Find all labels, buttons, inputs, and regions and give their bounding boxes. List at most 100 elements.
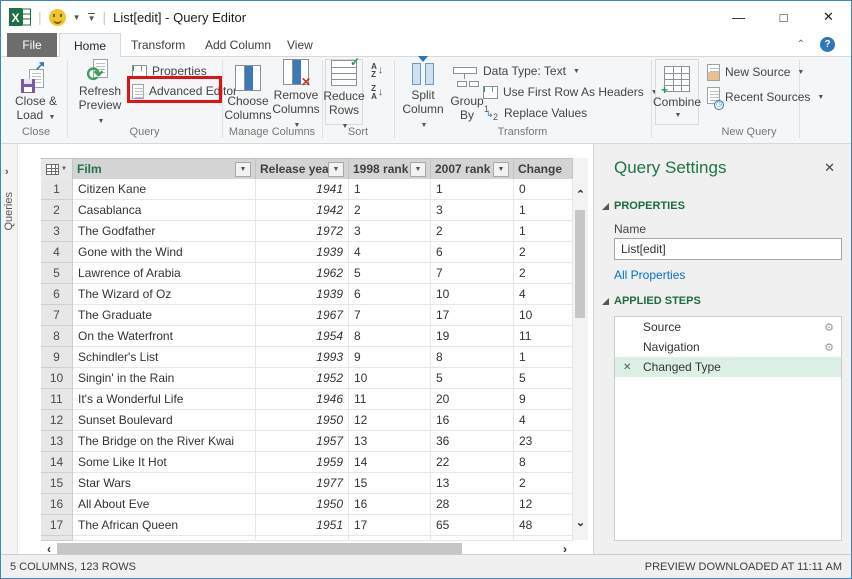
rank-2007-cell[interactable]: 19 (431, 326, 514, 347)
film-cell[interactable]: On the Waterfront (73, 326, 256, 347)
group-by-button[interactable]: Group By (448, 59, 486, 125)
reduce-rows-button[interactable]: ✓ Reduce Rows ▼ (325, 59, 363, 125)
step-navigation[interactable]: Navigation ⚙ (615, 337, 841, 357)
release-year-cell[interactable]: 1946 (256, 389, 349, 410)
scroll-down-icon[interactable]: ⌄ (574, 516, 587, 529)
row-number-cell[interactable]: 10 (41, 368, 73, 389)
filter-button[interactable]: ▼ (493, 162, 509, 177)
release-year-cell[interactable]: 1959 (256, 452, 349, 473)
row-number-cell[interactable]: 1 (41, 179, 73, 200)
row-number-cell[interactable]: 16 (41, 494, 73, 515)
expand-queries-icon[interactable]: › (5, 166, 9, 178)
rank-2007-cell[interactable]: 2 (431, 221, 514, 242)
row-number-cell[interactable]: 9 (41, 347, 73, 368)
release-year-cell[interactable]: 1939 (256, 284, 349, 305)
film-cell[interactable]: The African Queen (73, 515, 256, 536)
change-cell[interactable]: 1 (514, 221, 573, 242)
rank-2007-cell[interactable]: 8 (431, 347, 514, 368)
scroll-up-icon[interactable]: ⌃ (574, 188, 587, 201)
rank-2007-cell[interactable]: 36 (431, 431, 514, 452)
rank-2007-cell[interactable]: 5 (431, 368, 514, 389)
release-year-cell[interactable]: 1972 (256, 221, 349, 242)
advanced-editor-button[interactable]: Advanced Editor (132, 81, 237, 101)
change-cell[interactable]: 2 (514, 263, 573, 284)
maximize-button[interactable]: □ (761, 1, 806, 33)
filter-button[interactable]: ▼ (235, 162, 251, 177)
film-cell[interactable]: Some Like It Hot (73, 452, 256, 473)
column-header-1998-rank[interactable]: 1998 rank ▼ (349, 158, 431, 180)
rank-1998-cell[interactable]: 5 (349, 263, 431, 284)
refresh-preview-button[interactable]: ⟳ Refresh Preview ▼ (73, 59, 127, 125)
film-cell[interactable]: All About Eve (73, 494, 256, 515)
release-year-cell[interactable]: 1950 (256, 494, 349, 515)
rank-1998-cell[interactable]: 15 (349, 473, 431, 494)
release-year-cell[interactable]: 1952 (256, 368, 349, 389)
change-cell[interactable]: 1 (514, 347, 573, 368)
vertical-scroll-thumb[interactable] (575, 210, 585, 318)
film-cell[interactable]: Lawrence of Arabia (73, 263, 256, 284)
applied-steps-section-header[interactable]: APPLIED STEPS (602, 295, 701, 307)
properties-section-header[interactable]: PROPERTIES (602, 200, 685, 212)
row-number-cell[interactable]: 5 (41, 263, 73, 284)
rank-2007-cell[interactable]: 17 (431, 305, 514, 326)
use-first-row-as-headers-button[interactable]: Use First Row As Headers▼ (483, 82, 658, 102)
tab-transform[interactable]: Transform (117, 33, 199, 57)
rank-2007-cell[interactable]: 6 (431, 242, 514, 263)
rank-2007-cell[interactable]: 20 (431, 389, 514, 410)
gear-icon[interactable]: ⚙ (824, 321, 834, 334)
sort-ascending-button[interactable]: AZ↓ (364, 61, 390, 80)
horizontal-scroll-thumb[interactable] (57, 543, 462, 554)
change-cell[interactable]: 4 (514, 284, 573, 305)
close-panel-icon[interactable]: ✕ (824, 160, 835, 176)
query-name-input[interactable] (614, 238, 842, 260)
sort-descending-button[interactable]: ZA↓ (364, 83, 390, 102)
row-number-cell[interactable]: 11 (41, 389, 73, 410)
rank-1998-cell[interactable]: 14 (349, 452, 431, 473)
change-cell[interactable]: 48 (514, 515, 573, 536)
close-and-load-button[interactable]: ↗ Close & Load ▼ (9, 59, 63, 125)
release-year-cell[interactable]: 1939 (256, 242, 349, 263)
split-column-button[interactable]: Split Column ▼ (400, 59, 446, 125)
change-cell[interactable]: 4 (514, 410, 573, 431)
rank-2007-cell[interactable]: 13 (431, 473, 514, 494)
change-cell[interactable]: 10 (514, 305, 573, 326)
data-type-button[interactable]: Data Type: Text▼ (483, 61, 580, 81)
feedback-smiley-icon[interactable] (49, 9, 66, 26)
release-year-cell[interactable]: 1951 (256, 515, 349, 536)
row-number-cell[interactable]: 13 (41, 431, 73, 452)
film-cell[interactable]: It's a Wonderful Life (73, 389, 256, 410)
rank-1998-cell[interactable]: 4 (349, 242, 431, 263)
remove-columns-button[interactable]: ✕ Remove Columns ▼ (272, 59, 320, 125)
film-cell[interactable]: Sunset Boulevard (73, 410, 256, 431)
film-cell[interactable]: The Wizard of Oz (73, 284, 256, 305)
close-button[interactable]: ✕ (806, 1, 851, 33)
rank-1998-cell[interactable]: 11 (349, 389, 431, 410)
rank-1998-cell[interactable]: 13 (349, 431, 431, 452)
column-header-2007-rank[interactable]: 2007 rank ▼ (431, 158, 514, 180)
row-number-cell[interactable]: 15 (41, 473, 73, 494)
step-changed-type[interactable]: ✕ Changed Type (615, 357, 841, 377)
filter-button[interactable]: ▼ (328, 162, 344, 177)
rank-1998-cell[interactable]: 2 (349, 200, 431, 221)
rank-1998-cell[interactable]: 10 (349, 368, 431, 389)
row-number-cell[interactable]: 7 (41, 305, 73, 326)
release-year-cell[interactable]: 1993 (256, 347, 349, 368)
film-cell[interactable]: The Bridge on the River Kwai (73, 431, 256, 452)
change-cell[interactable]: 1 (514, 200, 573, 221)
column-header-film[interactable]: Film ▼ (73, 158, 256, 180)
rank-1998-cell[interactable]: 6 (349, 284, 431, 305)
change-cell[interactable]: 9 (514, 389, 573, 410)
release-year-cell[interactable]: 1962 (256, 263, 349, 284)
change-cell[interactable]: 8 (514, 452, 573, 473)
release-year-cell[interactable]: 1941 (256, 179, 349, 200)
gear-icon[interactable]: ⚙ (824, 341, 834, 354)
rank-2007-cell[interactable]: 16 (431, 410, 514, 431)
film-cell[interactable]: The Godfather (73, 221, 256, 242)
row-number-cell[interactable]: 14 (41, 452, 73, 473)
film-cell[interactable]: Casablanca (73, 200, 256, 221)
rank-1998-cell[interactable]: 3 (349, 221, 431, 242)
quick-access-toolbar-icon[interactable]: ▼ (88, 13, 96, 22)
delete-step-icon[interactable]: ✕ (623, 362, 631, 373)
change-cell[interactable]: 2 (514, 242, 573, 263)
row-number-cell[interactable]: 6 (41, 284, 73, 305)
